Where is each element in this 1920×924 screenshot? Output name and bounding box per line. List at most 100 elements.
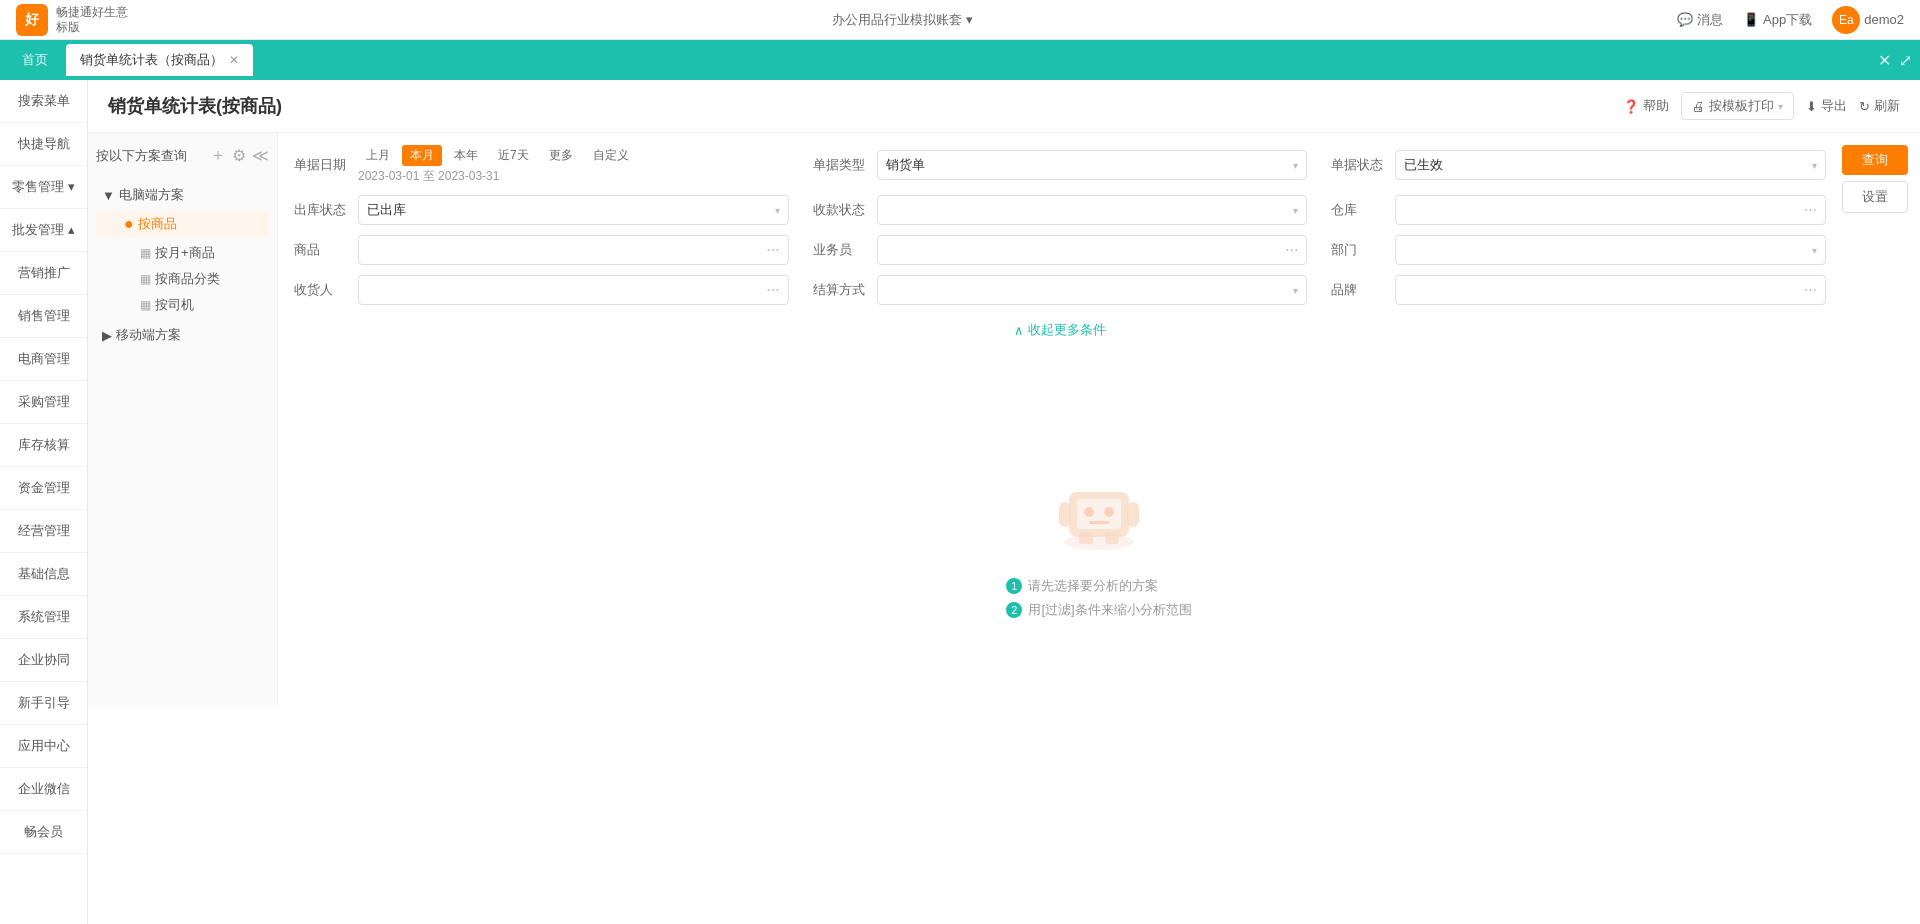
tab-close-icon[interactable]: ✕ (229, 53, 239, 67)
grid-icon-2: ▦ (140, 272, 151, 286)
tree-item-by-goods[interactable]: ● 按商品 (96, 210, 269, 238)
date-btn-this-month[interactable]: 本月 (402, 145, 442, 166)
filter-salesman: 业务员 ··· (813, 235, 1308, 265)
tree-item-by-driver[interactable]: ▦ 按司机 (96, 292, 269, 318)
warehouse-dots[interactable]: ··· (1804, 201, 1817, 219)
step-num-1: 1 (1006, 578, 1022, 594)
dropdown-icon[interactable]: ▾ (966, 12, 973, 27)
print-dropdown-icon[interactable]: ▾ (1778, 101, 1783, 112)
sidebar-item-member[interactable]: 畅会员 (0, 811, 87, 854)
sidebar-item-inventory[interactable]: 库存核算 (0, 424, 87, 467)
add-scheme-btn[interactable]: ＋ (210, 145, 226, 166)
brand-control[interactable]: ··· (1395, 275, 1826, 305)
tree-group-mobile-label[interactable]: ▶ 移动端方案 (96, 322, 269, 348)
sidebar-item-finance[interactable]: 资金管理 (0, 467, 87, 510)
help-icon: ❓ (1623, 99, 1639, 114)
goods-dots[interactable]: ··· (766, 241, 779, 259)
tab-home[interactable]: 首页 (8, 44, 62, 76)
app-icon: 📱 (1743, 12, 1759, 27)
filter-area: 单据日期 上月 本月 本年 近7天 更多 自定义 (278, 133, 1920, 705)
topbar-left: 好 畅捷通好生意 标版 (16, 4, 128, 36)
user-avatar-btn[interactable]: Ea demo2 (1832, 6, 1904, 34)
out-status-control[interactable]: 已出库 ▾ (358, 195, 789, 225)
date-btn-custom[interactable]: 自定义 (585, 145, 637, 166)
tab-close-all-btn[interactable]: ✕ (1878, 51, 1891, 70)
tab-maximize-btn[interactable]: ⤢ (1899, 51, 1912, 70)
sidebar-item-retail[interactable]: 零售管理 ▾ (0, 166, 87, 209)
sidebar-item-sales[interactable]: 销售管理 (0, 295, 87, 338)
goods-control[interactable]: ··· (358, 235, 789, 265)
sidebar-item-ecommerce[interactable]: 电商管理 (0, 338, 87, 381)
app-download-btn[interactable]: 📱 App下载 (1743, 11, 1812, 29)
help-btn[interactable]: ❓ 帮助 (1623, 97, 1669, 115)
sidebar-item-wholesale[interactable]: 批发管理 ▴ (0, 209, 87, 252)
filter-row-4: 收货人 ··· 结算方式 ▾ (294, 275, 1826, 305)
filter-recv-status: 收款状态 ▾ (813, 195, 1308, 225)
goods-label: 商品 (294, 241, 350, 259)
recv-status-label: 收款状态 (813, 201, 869, 219)
settle-control[interactable]: ▾ (877, 275, 1308, 305)
collapse-btn[interactable]: ∧ 收起更多条件 (1014, 321, 1106, 339)
message-btn[interactable]: 💬 消息 (1677, 11, 1723, 29)
industry-label: 办公用品行业模拟账套 ▾ (832, 11, 973, 29)
doc-type-label: 单据类型 (813, 156, 869, 174)
filter-warehouse: 仓库 ··· (1331, 195, 1826, 225)
date-btn-this-year[interactable]: 本年 (446, 145, 486, 166)
tab-stats[interactable]: 销货单统计表（按商品） ✕ (66, 44, 253, 76)
warehouse-control[interactable]: ··· (1395, 195, 1826, 225)
settle-label: 结算方式 (813, 281, 869, 299)
out-status-arrow: ▾ (775, 205, 780, 216)
print-btn[interactable]: 🖨 按模板打印 ▾ (1681, 92, 1794, 120)
doc-type-control[interactable]: 销货单 ▾ (877, 150, 1308, 180)
date-btn-last7[interactable]: 近7天 (490, 145, 537, 166)
sidebar-item-newuser[interactable]: 新手引导 (0, 682, 87, 725)
filter-recv-person: 收货人 ··· (294, 275, 789, 305)
recv-status-control[interactable]: ▾ (877, 195, 1308, 225)
header-actions: ❓ 帮助 🖨 按模板打印 ▾ ⬇ 导出 ↻ 刷新 (1623, 92, 1900, 120)
sidebar-item-basic[interactable]: 基础信息 (0, 553, 87, 596)
dept-label: 部门 (1331, 241, 1387, 259)
doc-status-control[interactable]: 已生效 ▾ (1395, 150, 1826, 180)
sidebar-item-enterprise[interactable]: 企业协同 (0, 639, 87, 682)
logo-text: 畅捷通好生意 标版 (56, 5, 128, 34)
sidebar-item-quicknav[interactable]: 快捷导航 (0, 123, 87, 166)
query-button[interactable]: 查询 (1842, 145, 1908, 175)
set-button[interactable]: 设置 (1842, 181, 1908, 213)
refresh-btn[interactable]: ↻ 刷新 (1859, 97, 1900, 115)
svg-point-4 (1104, 507, 1114, 517)
sidebar-item-wechat[interactable]: 企业微信 (0, 768, 87, 811)
tree-collapse-icon: ▶ (102, 328, 112, 343)
filter-doc-type: 单据类型 销货单 ▾ (813, 150, 1308, 180)
topbar-right: 💬 消息 📱 App下载 Ea demo2 (1677, 6, 1904, 34)
sidebar-item-marketing[interactable]: 营销推广 (0, 252, 87, 295)
brand-dots[interactable]: ··· (1804, 281, 1817, 299)
salesman-control[interactable]: ··· (877, 235, 1308, 265)
sidebar-item-operations[interactable]: 经营管理 (0, 510, 87, 553)
dept-control[interactable]: ▾ (1395, 235, 1826, 265)
tree-item-by-month-goods[interactable]: ▦ 按月+商品 (96, 240, 269, 266)
tree-item-by-category[interactable]: ▦ 按商品分类 (96, 266, 269, 292)
filter-brand: 品牌 ··· (1331, 275, 1826, 305)
filter-row-1: 单据日期 上月 本月 本年 近7天 更多 自定义 (294, 145, 1826, 185)
tree-group-pc-label[interactable]: ▼ 电脑端方案 (96, 182, 269, 208)
tabbar: 首页 销货单统计表（按商品） ✕ ✕ ⤢ (0, 40, 1920, 80)
recv-person-dots[interactable]: ··· (766, 281, 779, 299)
home-tab-label: 首页 (22, 51, 48, 69)
brand-label: 品牌 (1331, 281, 1387, 299)
svg-rect-2 (1077, 499, 1121, 529)
filter-out-status: 出库状态 已出库 ▾ (294, 195, 789, 225)
salesman-label: 业务员 (813, 241, 869, 259)
svg-point-3 (1084, 507, 1094, 517)
sidebar-item-purchase[interactable]: 采购管理 (0, 381, 87, 424)
sidebar-item-search[interactable]: 搜索菜单 (0, 80, 87, 123)
collapse-panel-btn[interactable]: ≪ (252, 146, 269, 165)
recv-person-control[interactable]: ··· (358, 275, 789, 305)
filter-dept: 部门 ▾ (1331, 235, 1826, 265)
date-btn-last-month[interactable]: 上月 (358, 145, 398, 166)
sidebar-item-appcenter[interactable]: 应用中心 (0, 725, 87, 768)
settings-scheme-btn[interactable]: ⚙ (232, 146, 246, 165)
export-btn[interactable]: ⬇ 导出 (1806, 97, 1847, 115)
date-btn-more[interactable]: 更多 (541, 145, 581, 166)
sidebar-item-system[interactable]: 系统管理 (0, 596, 87, 639)
salesman-dots[interactable]: ··· (1285, 241, 1298, 259)
